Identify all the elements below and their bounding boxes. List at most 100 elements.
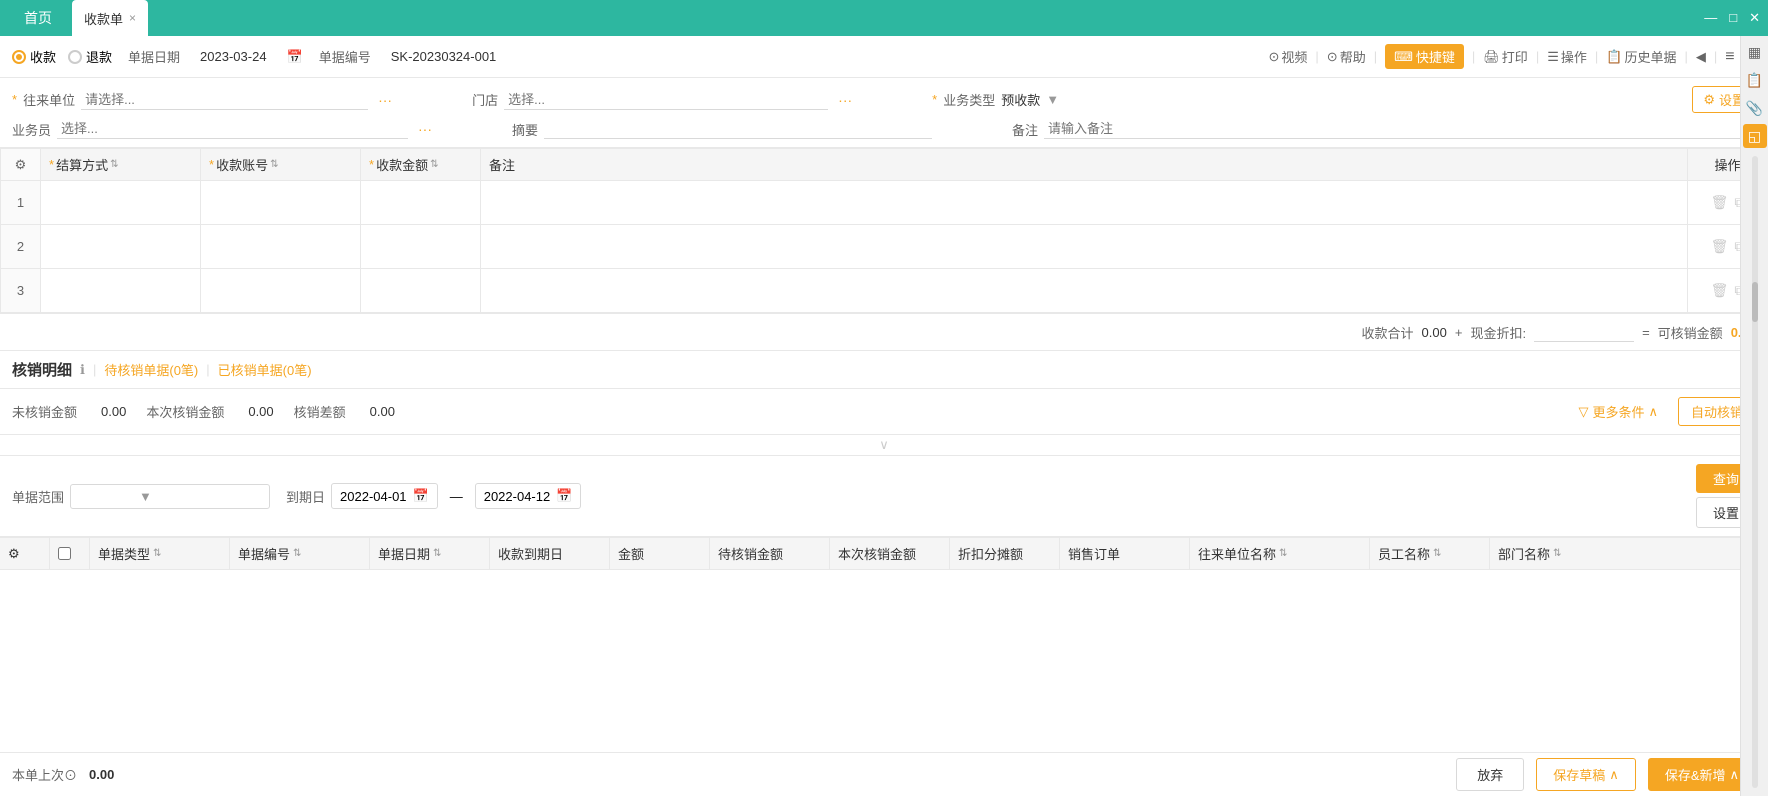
sort-amount-icon[interactable]: ⇅ [430,159,438,170]
sort-doctype-icon[interactable]: ⇅ [153,548,161,559]
calendar-icon[interactable]: 📅 [287,49,303,65]
row-3-delete-icon[interactable]: 🗑 [1711,282,1729,299]
info-icon[interactable]: ℹ [80,362,85,378]
tab-active-label: 收款单 [84,9,123,28]
history-btn[interactable]: 📋 历史单据 [1606,47,1676,66]
radio-return-label: 退款 [86,47,112,66]
bottom-table-settings-icon[interactable]: ⚙ [8,546,20,562]
sort-docnum-icon[interactable]: ⇅ [293,548,301,559]
side-icon-table[interactable]: ▦ [1743,40,1767,64]
row-2-remark[interactable] [481,225,1688,269]
row-3-amount[interactable] [361,269,481,313]
date-to-icon[interactable]: 📅 [556,488,572,504]
tab-close-icon[interactable]: × [129,11,136,25]
row-3-num: 3 [1,269,41,313]
bth-checkbox[interactable] [50,538,90,569]
row-1-settlement[interactable] [41,181,201,225]
partner-input[interactable] [81,90,368,110]
date-to-input[interactable]: 2022-04-12 📅 [475,483,582,509]
tab-active[interactable]: 收款单 × [72,0,148,36]
uncancelled-label: 未核销金额 [12,402,77,421]
form-row-2: 业务员 ··· 摘要 备注 [12,119,1756,139]
sort-partner-icon[interactable]: ⇅ [1279,548,1287,559]
tab-done[interactable]: 已核销单据(0笔) [218,360,312,379]
sort-docdate-icon[interactable]: ⇅ [433,548,441,559]
th-settings[interactable]: ⚙ [1,149,41,181]
filter-icon: ▽ [1578,404,1588,420]
radio-return[interactable]: 退款 [68,47,112,66]
window-restore-icon[interactable]: □ [1729,10,1737,26]
footer-bar: 本单上次⊙ 0.00 放弃 保存草稿 ∧ 保存&新增 ∧ [0,752,1768,796]
row-2-delete-icon[interactable]: 🗑 [1711,238,1729,255]
row-1-delete-icon[interactable]: 🗑 [1711,194,1729,211]
row-1-account[interactable] [201,181,361,225]
current-value: 0.00 [248,404,273,419]
business-type-label: 业务类型 [943,90,995,109]
operate-btn[interactable]: ☰ 操作 [1547,47,1587,66]
help-btn[interactable]: ⊙ 帮助 [1327,47,1366,66]
row-1-amount[interactable] [361,181,481,225]
shortcut-btn[interactable]: ⌨ 快捷键 [1385,44,1464,69]
range-select[interactable]: ▼ [70,484,270,509]
sort-staff-icon[interactable]: ⇅ [1433,548,1441,559]
row-3-account[interactable] [201,269,361,313]
shop-label: 门店 [472,90,498,109]
nav-left-icon[interactable]: ◀ [1696,49,1706,65]
date-separator: — [450,489,463,504]
main-container: 收款 退款 单据日期 2023-03-24 📅 单据编号 SK-20230324… [0,36,1768,796]
discard-button[interactable]: 放弃 [1456,758,1524,791]
summary-input[interactable] [544,119,932,139]
more-conditions-btn[interactable]: ▽ 更多条件 ∧ [1578,402,1658,421]
row-2-amount[interactable] [361,225,481,269]
shortcut-icon: ⌨ [1394,49,1413,65]
date-from-input[interactable]: 2022-04-01 📅 [331,483,438,509]
shop-input[interactable] [504,90,828,110]
remark-label: 备注 [1012,120,1038,139]
side-icon-attach[interactable]: 📎 [1743,96,1767,120]
video-btn[interactable]: ⊙ 视频 [1268,47,1307,66]
range-filter-field: 单据范围 ▼ [12,484,270,509]
sort-account-icon[interactable]: ⇅ [270,159,278,170]
save-new-chevron-icon[interactable]: ∧ [1729,767,1739,783]
window-close-icon[interactable]: ✕ [1749,10,1760,26]
sort-dept-icon[interactable]: ⇅ [1553,548,1561,559]
window-minimize-icon[interactable]: — [1704,10,1717,26]
radio-receive[interactable]: 收款 [12,47,56,66]
remark-input[interactable] [1044,119,1756,139]
tab-home[interactable]: 首页 [8,0,68,36]
staff-more-icon[interactable]: ··· [418,121,432,137]
shop-more-icon[interactable]: ··· [838,92,852,108]
section-title: 核销明细 [12,359,72,380]
date-label: 单据日期 [128,47,180,66]
tab-pending[interactable]: 待核销单据(0笔) [104,360,198,379]
table-settings-icon[interactable]: ⚙ [15,157,27,172]
discount-input[interactable] [1534,322,1634,342]
bth-current-amount: 本次核销金额 [830,538,950,569]
business-type-dropdown-icon[interactable]: ▼ [1046,92,1059,107]
partner-more-icon[interactable]: ··· [378,92,392,108]
radio-receive-label: 收款 [30,47,56,66]
date-from-icon[interactable]: 📅 [413,488,429,504]
total-label: 收款合计 [1362,323,1414,342]
save-draft-button[interactable]: 保存草稿 ∧ [1536,758,1636,791]
print-btn[interactable]: 🖨 打印 [1483,47,1528,66]
bth-settings[interactable]: ⚙ [0,538,50,569]
save-draft-chevron-icon[interactable]: ∧ [1609,767,1619,783]
side-icon-expand[interactable]: ◱ [1743,124,1767,148]
data-table: ⚙ * 结算方式 ⇅ * 收款账号 ⇅ [0,148,1768,313]
sort-settlement-icon[interactable]: ⇅ [110,159,118,170]
side-icon-doc[interactable]: 📋 [1743,68,1767,92]
bth-pending-amount: 待核销金额 [710,538,830,569]
row-2-settlement[interactable] [41,225,201,269]
select-all-checkbox[interactable] [58,547,71,560]
th-remark: 备注 [481,149,1688,181]
nav-menu-icon[interactable]: ≡ [1725,48,1734,66]
discount-label: 现金折扣: [1470,323,1526,342]
staff-input[interactable] [57,119,408,139]
row-3-remark[interactable] [481,269,1688,313]
collapse-chevron-icon[interactable]: ∨ [879,437,889,452]
row-1-remark[interactable] [481,181,1688,225]
row-2-account[interactable] [201,225,361,269]
scrollbar[interactable] [1752,156,1758,788]
row-3-settlement[interactable] [41,269,201,313]
